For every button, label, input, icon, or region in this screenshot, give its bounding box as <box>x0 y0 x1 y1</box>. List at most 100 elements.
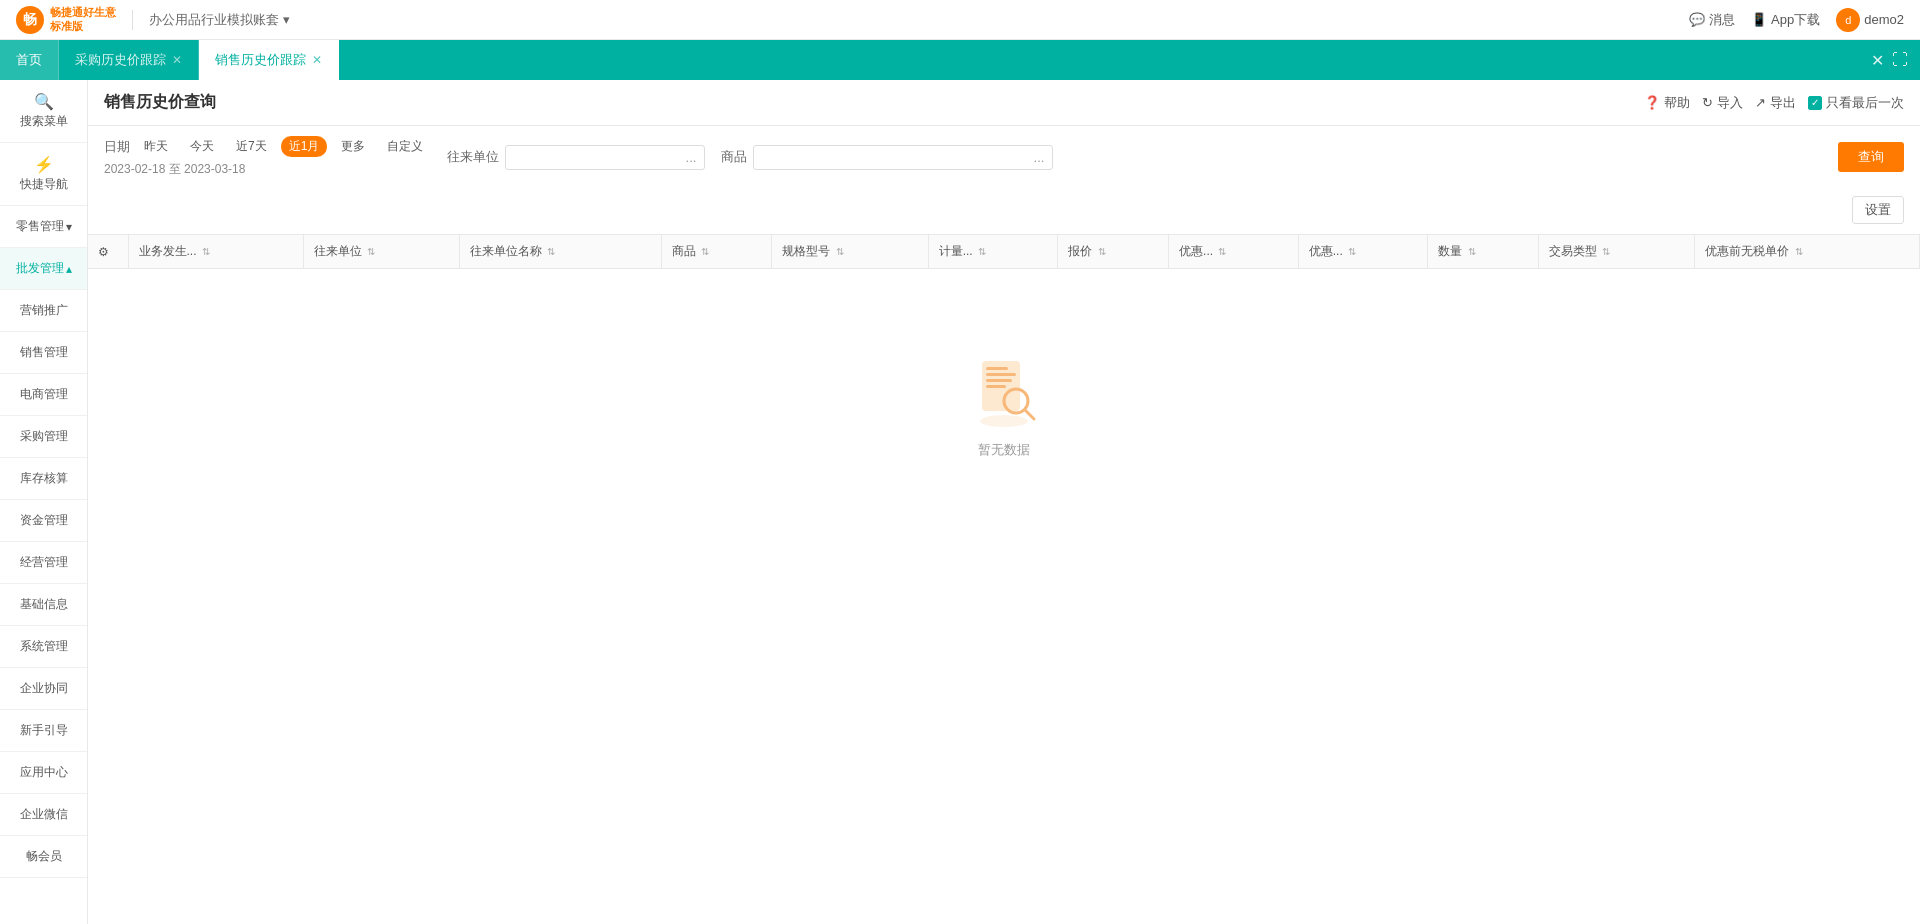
goods-input-dots: ... <box>1034 150 1045 165</box>
empty-text: 暂无数据 <box>978 441 1030 459</box>
page-title: 销售历史价查询 <box>104 92 216 113</box>
th-biz-date[interactable]: 业务发生... ⇅ <box>128 235 303 269</box>
date-btn-today[interactable]: 今天 <box>182 136 222 157</box>
date-range-text: 2023-02-18 至 2023-03-18 <box>104 161 431 178</box>
checkbox-icon: ✓ <box>1808 96 1822 110</box>
date-btn-yesterday[interactable]: 昨天 <box>136 136 176 157</box>
quick-nav-icon: ⚡ <box>4 155 83 174</box>
main-layout: 🔍 搜索菜单 ⚡ 快捷导航 零售管理 ▾ 批发管理 ▴ 营销推广 销售管理 电商… <box>0 80 1920 924</box>
goods-input[interactable]: ... <box>753 145 1053 170</box>
sort-icon: ⇅ <box>547 246 555 257</box>
sort-icon: ⇅ <box>836 246 844 257</box>
page-header: 销售历史价查询 ❓ 帮助 ↻ 导入 ↗ 导出 ✓ 只看最后一次 <box>88 80 1920 126</box>
sidebar-item-wholesale-mgmt[interactable]: 批发管理 ▴ <box>0 248 87 290</box>
svg-line-7 <box>1025 410 1034 419</box>
goods-label: 商品 <box>721 148 747 166</box>
th-unit[interactable]: 计量... ⇅ <box>928 235 1058 269</box>
top-bar: 畅 畅捷通好生意 标准版 办公用品行业模拟账套 ▾ 💬 消息 📱 App下载 d… <box>0 0 1920 40</box>
filter-right: 查询 <box>1838 142 1904 172</box>
sort-icon: ⇅ <box>1795 246 1803 257</box>
data-table: ⚙ 业务发生... ⇅ 往来单位 ⇅ 往来单位名称 ⇅ <box>88 235 1920 269</box>
close-tab-action[interactable]: ✕ <box>1871 51 1884 70</box>
date-btn-7days[interactable]: 近7天 <box>228 136 275 157</box>
query-button[interactable]: 查询 <box>1838 142 1904 172</box>
empty-state: 暂无数据 <box>88 269 1920 539</box>
sort-icon: ⇅ <box>701 246 709 257</box>
sort-icon: ⇅ <box>202 246 210 257</box>
tab-home[interactable]: 首页 <box>0 40 59 80</box>
maximize-action[interactable]: ⛶ <box>1892 51 1908 69</box>
th-discount1[interactable]: 优惠... ⇅ <box>1169 235 1299 269</box>
sidebar-item-marketing[interactable]: 营销推广 <box>0 290 87 332</box>
sidebar-item-enterprise-wechat[interactable]: 企业微信 <box>0 794 87 836</box>
sidebar-item-member[interactable]: 畅会员 <box>0 836 87 878</box>
tab-sales-history[interactable]: 销售历史价跟踪 ✕ <box>199 40 339 80</box>
goods-filter-group: 商品 ... <box>721 145 1053 170</box>
workspace-selector[interactable]: 办公用品行业模拟账套 ▾ <box>149 11 290 29</box>
sidebar-item-app-center[interactable]: 应用中心 <box>0 752 87 794</box>
app-download-btn[interactable]: 📱 App下载 <box>1751 11 1820 29</box>
tab-close-sales[interactable]: ✕ <box>312 53 322 67</box>
last-only-toggle[interactable]: ✓ 只看最后一次 <box>1808 94 1904 112</box>
svg-rect-3 <box>986 373 1016 376</box>
user-menu[interactable]: d demo2 <box>1836 8 1904 32</box>
date-label: 日期 <box>104 138 130 156</box>
date-btn-1month[interactable]: 近1月 <box>281 136 328 157</box>
th-settings: ⚙ <box>88 235 128 269</box>
page-header-actions: ❓ 帮助 ↻ 导入 ↗ 导出 ✓ 只看最后一次 <box>1644 94 1904 112</box>
th-spec[interactable]: 规格型号 ⇅ <box>772 235 928 269</box>
logo-text: 畅捷通好生意 标准版 <box>50 6 116 32</box>
download-icon: 📱 <box>1751 12 1767 27</box>
settings-gear-icon[interactable]: ⚙ <box>98 245 109 259</box>
sidebar-item-finance[interactable]: 资金管理 <box>0 500 87 542</box>
th-discount2[interactable]: 优惠... ⇅ <box>1298 235 1428 269</box>
sidebar-item-ecommerce[interactable]: 电商管理 <box>0 374 87 416</box>
sort-icon: ⇅ <box>1348 246 1356 257</box>
date-btn-custom[interactable]: 自定义 <box>379 136 431 157</box>
search-icon: 🔍 <box>4 92 83 111</box>
filter-bar: 日期 昨天 今天 近7天 近1月 更多 自定义 2023-02-18 至 202… <box>88 126 1920 235</box>
partner-label: 往来单位 <box>447 148 499 166</box>
chevron-up-icon: ▴ <box>66 262 72 276</box>
sort-icon: ⇅ <box>1602 246 1610 257</box>
sidebar-item-inventory[interactable]: 库存核算 <box>0 458 87 500</box>
th-trade-type[interactable]: 交易类型 ⇅ <box>1539 235 1695 269</box>
sidebar-item-purchase-mgmt[interactable]: 采购管理 <box>0 416 87 458</box>
sidebar-item-base-info[interactable]: 基础信息 <box>0 584 87 626</box>
sidebar-item-system-mgmt[interactable]: 系统管理 <box>0 626 87 668</box>
sidebar-item-quick-nav[interactable]: ⚡ 快捷导航 <box>0 143 87 206</box>
sidebar-item-retail-mgmt[interactable]: 零售管理 ▾ <box>0 206 87 248</box>
tab-purchase-history[interactable]: 采购历史价跟踪 ✕ <box>59 40 199 80</box>
sidebar-item-search-menu[interactable]: 🔍 搜索菜单 <box>0 80 87 143</box>
help-btn[interactable]: ❓ 帮助 <box>1644 94 1690 112</box>
sort-icon: ⇅ <box>367 246 375 257</box>
date-btn-more[interactable]: 更多 <box>333 136 373 157</box>
sidebar-item-ops-mgmt[interactable]: 经营管理 <box>0 542 87 584</box>
date-options: 昨天 今天 近7天 近1月 更多 自定义 <box>136 136 431 157</box>
th-goods[interactable]: 商品 ⇅ <box>661 235 772 269</box>
tab-close-purchase[interactable]: ✕ <box>172 53 182 67</box>
sidebar-item-sales-mgmt[interactable]: 销售管理 <box>0 332 87 374</box>
message-btn[interactable]: 💬 消息 <box>1689 11 1735 29</box>
chevron-down-icon: ▾ <box>66 220 72 234</box>
th-pretax-price[interactable]: 优惠前无税单价 ⇅ <box>1695 235 1920 269</box>
partner-filter-group: 往来单位 ... <box>447 145 705 170</box>
partner-input-dots: ... <box>686 150 697 165</box>
sidebar-item-new-guide[interactable]: 新手引导 <box>0 710 87 752</box>
th-partner-name[interactable]: 往来单位名称 ⇅ <box>459 235 661 269</box>
import-btn[interactable]: ↻ 导入 <box>1702 94 1743 112</box>
sidebar-item-enterprise[interactable]: 企业协同 <box>0 668 87 710</box>
date-filter-group: 日期 昨天 今天 近7天 近1月 更多 自定义 2023-02-18 至 202… <box>104 136 431 178</box>
export-btn[interactable]: ↗ 导出 <box>1755 94 1796 112</box>
logo-area: 畅 畅捷通好生意 标准版 <box>16 6 116 34</box>
settings-button[interactable]: 设置 <box>1852 196 1904 224</box>
table-container: ⚙ 业务发生... ⇅ 往来单位 ⇅ 往来单位名称 ⇅ <box>88 235 1920 924</box>
th-partner-code[interactable]: 往来单位 ⇅ <box>303 235 459 269</box>
top-bar-left: 畅 畅捷通好生意 标准版 办公用品行业模拟账套 ▾ <box>16 6 290 34</box>
partner-input[interactable]: ... <box>505 145 705 170</box>
settings-row: 设置 <box>104 196 1904 224</box>
th-quote[interactable]: 报价 ⇅ <box>1058 235 1169 269</box>
th-quantity[interactable]: 数量 ⇅ <box>1428 235 1539 269</box>
table-header: ⚙ 业务发生... ⇅ 往来单位 ⇅ 往来单位名称 ⇅ <box>88 235 1920 269</box>
tab-bar-actions: ✕ ⛶ <box>1871 51 1920 70</box>
